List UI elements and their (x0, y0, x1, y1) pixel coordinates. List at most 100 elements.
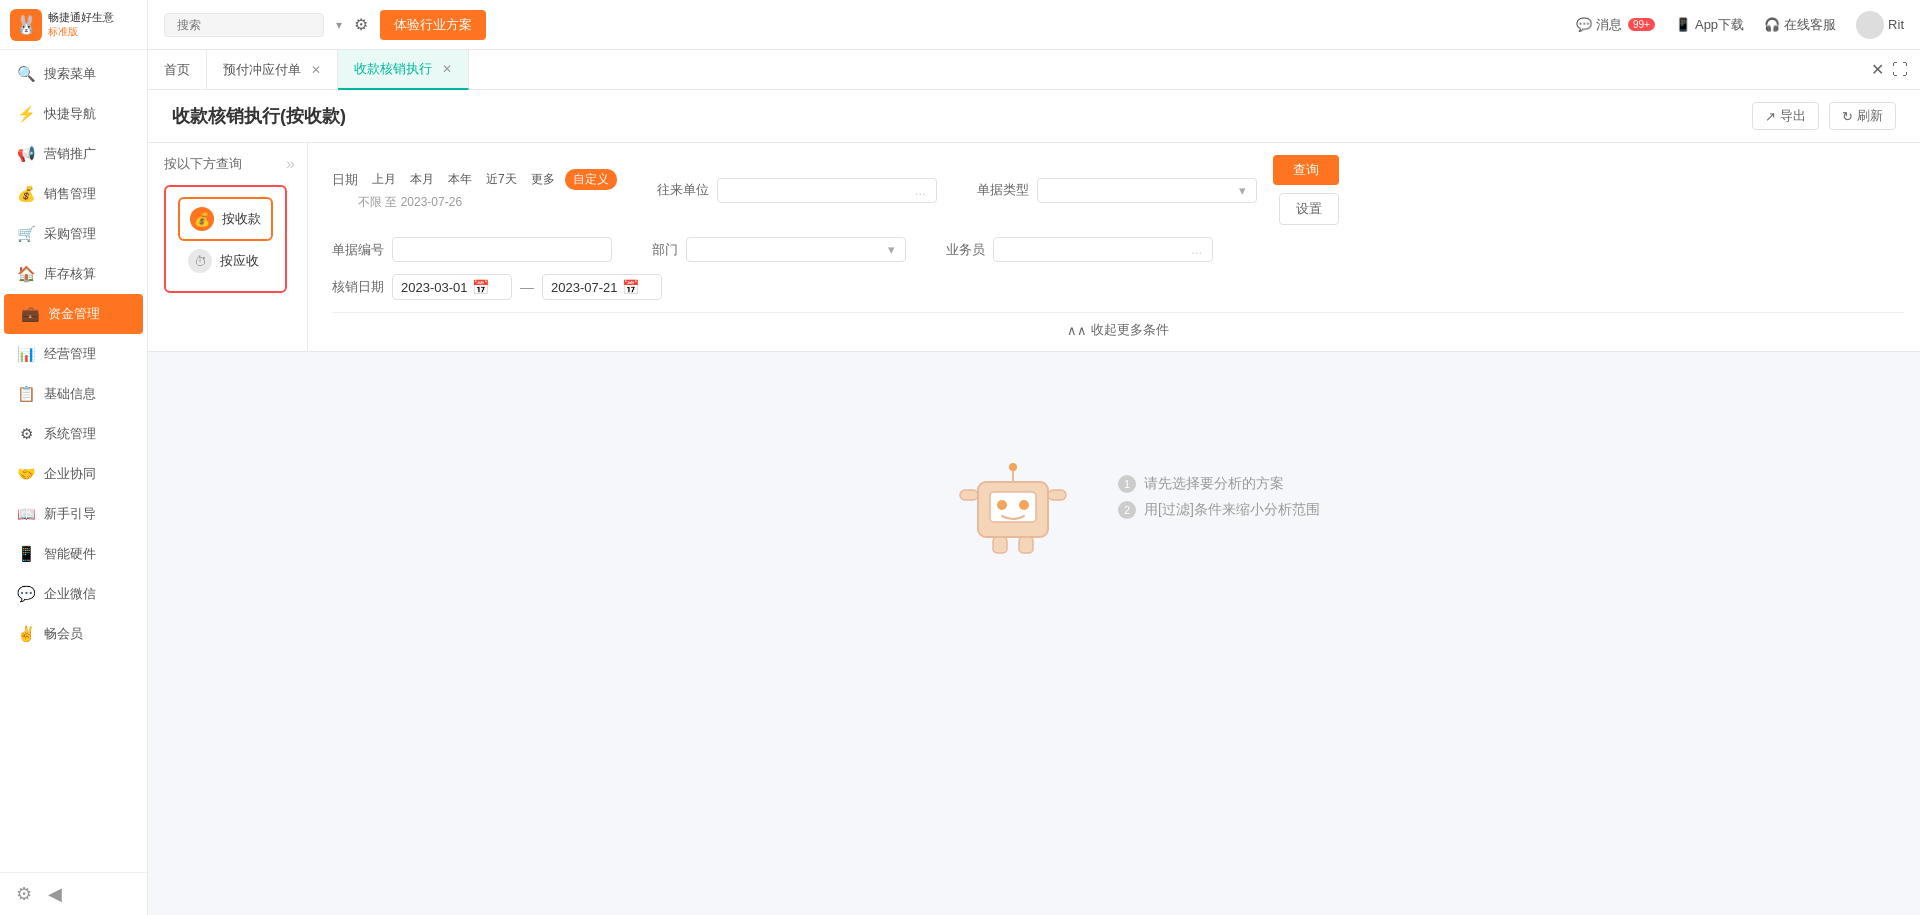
collapse-icon[interactable]: ◀ (48, 883, 62, 905)
filter-by-receipt[interactable]: 💰 按收款 (178, 197, 273, 241)
sidebar-item-label: 基础信息 (44, 385, 96, 403)
message-icon: 💬 (1576, 17, 1592, 32)
inventory-icon: 🏠 (16, 264, 36, 284)
docnum-input[interactable] (392, 237, 612, 262)
marketing-icon: 📢 (16, 144, 36, 164)
sidebar-item-label: 经营管理 (44, 345, 96, 363)
receipt-option-label: 按收款 (222, 210, 261, 228)
sales-icon: 💰 (16, 184, 36, 204)
sidebar-item-sales[interactable]: 💰 销售管理 (0, 174, 147, 214)
query-button[interactable]: 查询 (1273, 155, 1339, 185)
export-icon: ↗ (1765, 109, 1776, 124)
sidebar-item-marketing[interactable]: 📢 营销推广 (0, 134, 147, 174)
solution-button[interactable]: 体验行业方案 (380, 10, 486, 40)
collab-icon: 🤝 (16, 464, 36, 484)
7days-btn[interactable]: 近7天 (482, 169, 521, 190)
verify-date-end-input[interactable]: 2023-07-21 📅 (542, 274, 662, 300)
this-month-btn[interactable]: 本月 (406, 169, 438, 190)
doctype-input[interactable]: ▾ (1037, 178, 1257, 203)
sidebar-item-guide[interactable]: 📖 新手引导 (0, 494, 147, 534)
tab-receipt[interactable]: 收款核销执行 ✕ (338, 50, 469, 90)
docnum-filter-group: 单据编号 (332, 237, 612, 262)
sidebar-item-member[interactable]: ✌ 畅会员 (0, 614, 147, 654)
collapse-conditions-btn[interactable]: ∧∧ 收起更多条件 (332, 312, 1904, 351)
salesperson-input[interactable]: ... (993, 237, 1213, 262)
partner-input[interactable]: ... (717, 178, 937, 203)
logo-icon: 🐰 (10, 9, 42, 41)
tab-prepay[interactable]: 预付冲应付单 ✕ (207, 50, 338, 90)
tab-actions: ✕ ⛶ (1871, 60, 1920, 79)
topbar-gear-icon[interactable]: ⚙ (354, 15, 368, 34)
refresh-button[interactable]: ↻ 刷新 (1829, 102, 1896, 130)
date-filter-group: 日期 上月 本月 本年 近7天 更多 自定义 不限 至 2023-07-26 (332, 169, 617, 211)
app-icon: 📱 (1675, 17, 1691, 32)
sidebar-item-label: 营销推广 (44, 145, 96, 163)
page-content: 收款核销执行(按收款) ↗ 导出 ↻ 刷新 按以下方查询 » (148, 90, 1920, 915)
filter-sidebar-collapse[interactable]: » (286, 155, 295, 173)
message-item[interactable]: 💬 消息 99+ (1576, 16, 1655, 34)
dept-input[interactable]: ▾ (686, 237, 906, 262)
partner-ellipsis: ... (915, 183, 926, 198)
service-label: 在线客服 (1784, 16, 1836, 34)
app-item[interactable]: 📱 App下载 (1675, 16, 1744, 34)
sidebar-item-label: 新手引导 (44, 505, 96, 523)
topbar-search-input[interactable] (164, 13, 324, 37)
custom-btn[interactable]: 自定义 (565, 169, 617, 190)
sidebar-item-label: 企业协同 (44, 465, 96, 483)
refresh-label: 刷新 (1857, 107, 1883, 125)
user-item[interactable]: Rit (1856, 11, 1904, 39)
filter-area: 按以下方查询 » 💰 按收款 ⏱ 按应收 (148, 143, 1920, 352)
sidebar-item-finance[interactable]: 💼 资金管理 (4, 294, 143, 334)
empty-tip-1: 1 请先选择要分析的方案 (1118, 475, 1320, 493)
sidebar-item-inventory[interactable]: 🏠 库存核算 (0, 254, 147, 294)
sidebar-item-system[interactable]: ⚙ 系统管理 (0, 414, 147, 454)
sidebar-logo: 🐰 畅捷通好生意 标准版 (0, 0, 147, 50)
filter-options-box: 💰 按收款 ⏱ 按应收 (164, 185, 287, 293)
verify-date-start-input[interactable]: 2023-03-01 📅 (392, 274, 512, 300)
date-label: 日期 (332, 171, 358, 189)
purchase-icon: 🛒 (16, 224, 36, 244)
more-btn[interactable]: 更多 (527, 169, 559, 190)
partner-filter-group: 往来单位 ... (657, 178, 937, 203)
empty-illustration (948, 432, 1078, 562)
sidebar-item-label: 系统管理 (44, 425, 96, 443)
logo-name: 畅捷通好生意 (48, 10, 114, 24)
filter-row-3: 核销日期 2023-03-01 📅 — 2023-07-21 📅 (332, 274, 1904, 300)
verify-date-start-value: 2023-03-01 (401, 280, 468, 295)
sidebar-item-hardware[interactable]: 📱 智能硬件 (0, 534, 147, 574)
sidebar-item-label: 企业微信 (44, 585, 96, 603)
tab-home[interactable]: 首页 (148, 50, 207, 90)
settings-button[interactable]: 设置 (1279, 193, 1339, 225)
sidebar-item-search[interactable]: 🔍 搜索菜单 (0, 54, 147, 94)
svg-rect-9 (1048, 490, 1066, 500)
tab-receipt-close[interactable]: ✕ (442, 62, 452, 76)
tip-num-1: 1 (1118, 475, 1136, 493)
this-year-btn[interactable]: 本年 (444, 169, 476, 190)
sidebar-item-collab[interactable]: 🤝 企业协同 (0, 454, 147, 494)
refresh-icon: ↻ (1842, 109, 1853, 124)
calendar-end-icon: 📅 (622, 279, 639, 295)
sidebar-item-purchase[interactable]: 🛒 采购管理 (0, 214, 147, 254)
sidebar-item-basic[interactable]: 📋 基础信息 (0, 374, 147, 414)
logo-sub: 标准版 (48, 25, 114, 39)
collapse-up-icon: ∧∧ (1067, 323, 1087, 338)
settings-icon[interactable]: ⚙ (16, 883, 32, 905)
tab-prepay-close[interactable]: ✕ (311, 63, 321, 77)
export-button[interactable]: ↗ 导出 (1752, 102, 1819, 130)
sidebar-item-wechat[interactable]: 💬 企业微信 (0, 574, 147, 614)
topbar-right: 💬 消息 99+ 📱 App下载 🎧 在线客服 Rit (1576, 11, 1904, 39)
finance-icon: 💼 (20, 304, 40, 324)
prev-month-btn[interactable]: 上月 (368, 169, 400, 190)
topbar-chevron-icon[interactable]: ▾ (336, 18, 342, 32)
sidebar-item-quick[interactable]: ⚡ 快捷导航 (0, 94, 147, 134)
filter-sidebar-title: 按以下方查询 » (164, 155, 295, 173)
service-item[interactable]: 🎧 在线客服 (1764, 16, 1836, 34)
sidebar-item-ops[interactable]: 📊 经营管理 (0, 334, 147, 374)
close-all-icon[interactable]: ✕ (1871, 60, 1884, 79)
receipt-option-icon: 💰 (190, 207, 214, 231)
filter-by-receivable[interactable]: ⏱ 按应收 (178, 241, 273, 281)
tab-prepay-label: 预付冲应付单 (223, 61, 301, 79)
expand-icon[interactable]: ⛶ (1892, 61, 1908, 79)
doctype-filter-group: 单据类型 ▾ (977, 178, 1257, 203)
receivable-option-label: 按应收 (220, 252, 259, 270)
